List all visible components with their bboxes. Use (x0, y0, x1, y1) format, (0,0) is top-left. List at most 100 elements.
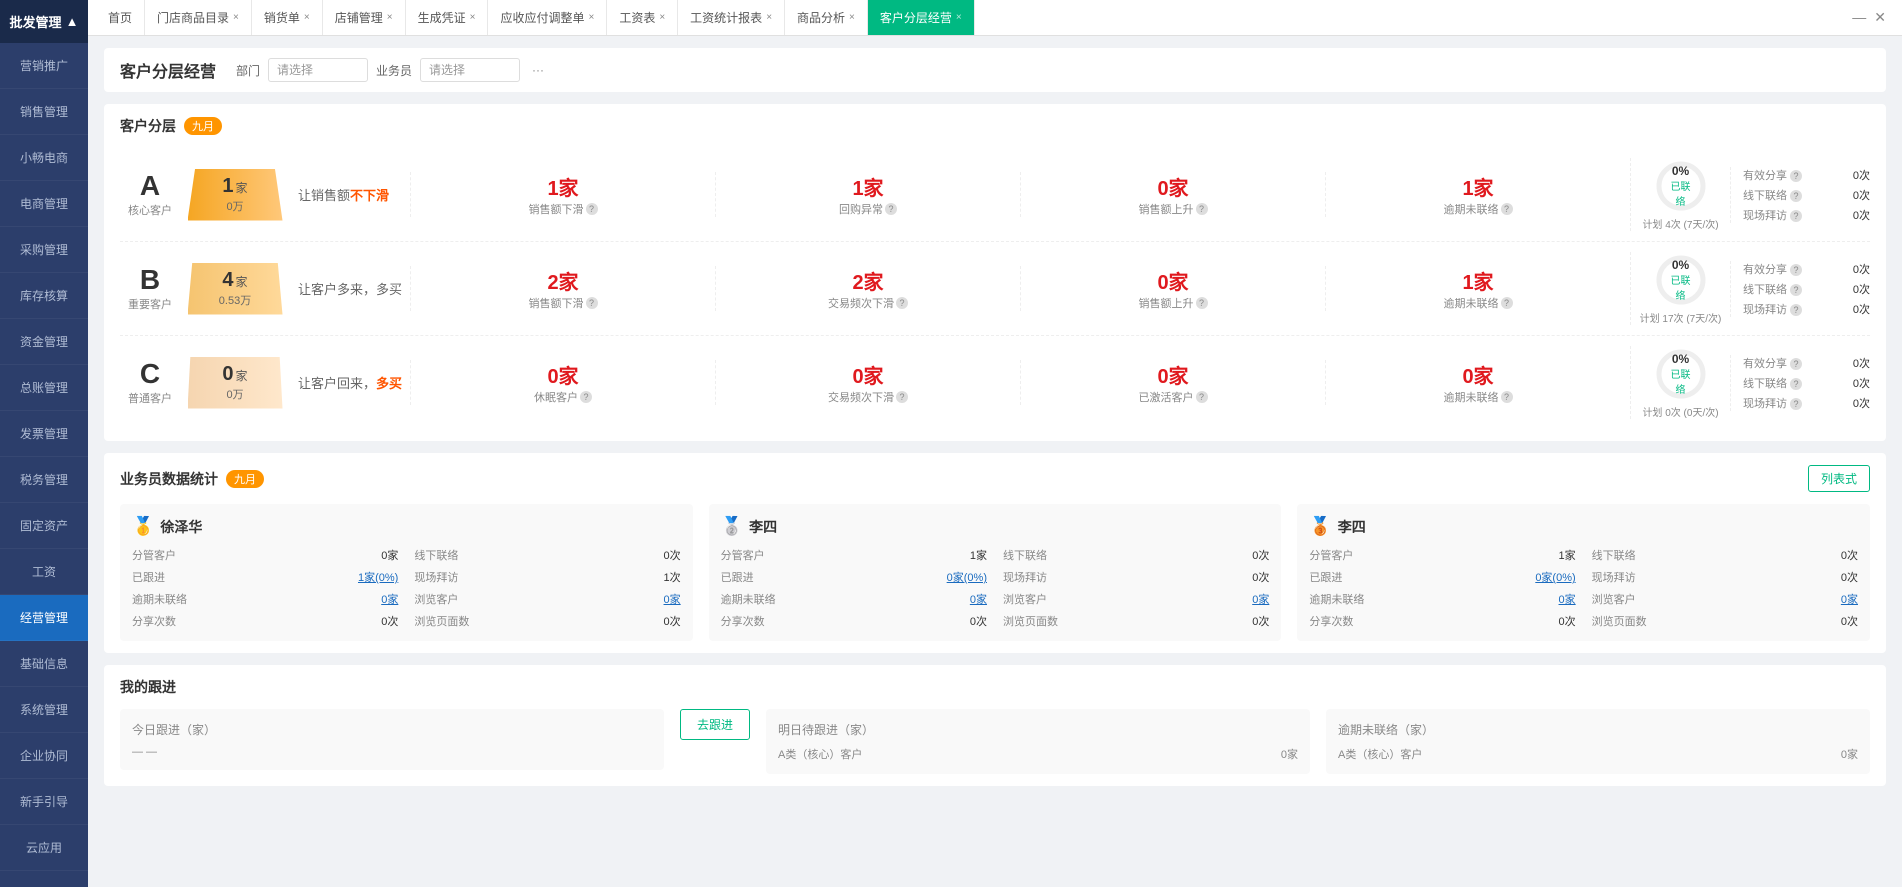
sidebar-item-企业协同[interactable]: 企业协同 (0, 733, 88, 779)
info-icon[interactable]: ? (586, 297, 598, 309)
staff-select[interactable]: 请选择 (420, 58, 520, 82)
staff-stat-value[interactable]: 0家 (1559, 591, 1576, 607)
info-icon[interactable]: ? (896, 297, 908, 309)
sidebar-item-采购管理[interactable]: 采购管理 (0, 227, 88, 273)
staff-stat-label: 线下联络 (1592, 547, 1636, 563)
tab-首页[interactable]: 首页 (96, 0, 145, 36)
sidebar-item-固定资产[interactable]: 固定资产 (0, 503, 88, 549)
staff-stat-value[interactable]: 0家(0%) (1535, 569, 1575, 585)
tab-销货单[interactable]: 销货单× (252, 0, 323, 36)
business-section-badge: 九月 (226, 470, 264, 488)
info-icon[interactable]: ? (1196, 203, 1208, 215)
info-icon-small[interactable]: ? (1790, 170, 1802, 182)
info-icon-small[interactable]: ? (1790, 190, 1802, 202)
right-stat-val: 0次 (1853, 281, 1870, 297)
sidebar-item-小畅电商[interactable]: 小畅电商 (0, 135, 88, 181)
tier-stat-2: 0家 销售额上升 ? (1020, 266, 1325, 311)
info-icon[interactable]: ? (580, 391, 592, 403)
sidebar-item-税务管理[interactable]: 税务管理 (0, 457, 88, 503)
sidebar-item-基础信息[interactable]: 基础信息 (0, 641, 88, 687)
dept-select[interactable]: 请选择 (268, 58, 368, 82)
tier-right-stats: 有效分享 ? 0次 线下联络 ? 0次 现场拜访 ? 0次 (1730, 261, 1870, 317)
tab-工资统计报表[interactable]: 工资统计报表× (678, 0, 785, 36)
staff-stat-label: 现场拜访 (414, 569, 458, 585)
staff-stat-value[interactable]: 0家 (381, 591, 398, 607)
tab-门店商品目录[interactable]: 门店商品目录× (145, 0, 252, 36)
staff-stat-value[interactable]: 0家 (1252, 591, 1269, 607)
sidebar-item-总账管理[interactable]: 总账管理 (0, 365, 88, 411)
info-icon-small[interactable]: ? (1790, 398, 1802, 410)
filter-more-icon[interactable]: ··· (528, 63, 548, 77)
staff-stat-value[interactable]: 0家(0%) (947, 569, 987, 585)
staff-stat-label: 浏览页面数 (1592, 613, 1647, 629)
info-icon[interactable]: ? (885, 203, 897, 215)
tier-circle-block: 0% 已联络 计划 4次 (7天/次) (1630, 158, 1730, 231)
info-icon[interactable]: ? (896, 391, 908, 403)
window-minimize-icon[interactable]: — (1852, 9, 1866, 26)
right-stat-row: 现场拜访 ? 0次 (1743, 301, 1870, 317)
staff-stat-label: 已跟进 (721, 569, 754, 585)
tab-客户分层经营[interactable]: 客户分层经营× (868, 0, 975, 36)
tab-close-icon[interactable]: × (956, 12, 962, 23)
tab-close-icon[interactable]: × (766, 12, 772, 23)
tab-label: 应收应付调整单 (500, 9, 584, 26)
sidebar-settings[interactable]: ⚙ (0, 871, 88, 887)
tab-店铺管理[interactable]: 店铺管理× (323, 0, 406, 36)
sidebar-item-新手引导[interactable]: 新手引导 (0, 779, 88, 825)
tier-stat-num: 1家 (852, 172, 883, 201)
list-view-button[interactable]: 列表式 (1808, 465, 1870, 492)
sidebar-header[interactable]: 批发管理 ▲ (0, 0, 88, 43)
circle-label: 已联络 (1667, 366, 1695, 396)
tier-count-block: 4 家 0.53万 (180, 263, 290, 315)
tab-应收应付调整单[interactable]: 应收应付调整单 × (488, 0, 607, 36)
sidebar-item-经营管理[interactable]: 经营管理 (0, 595, 88, 641)
sidebar-item-云应用[interactable]: 云应用 (0, 825, 88, 871)
info-icon-small[interactable]: ? (1790, 358, 1802, 370)
tab-close-icon[interactable]: × (588, 12, 594, 23)
tab-close-icon[interactable]: × (387, 12, 393, 23)
tab-生成凭证[interactable]: 生成凭证× (406, 0, 489, 36)
window-close-icon[interactable]: ✕ (1874, 9, 1886, 26)
staff-stat-row: 分享次数 0次 (1309, 613, 1575, 629)
circle-pct: 0% (1667, 352, 1695, 366)
tab-close-icon[interactable]: × (304, 12, 310, 23)
info-icon-small[interactable]: ? (1790, 378, 1802, 390)
info-icon-small[interactable]: ? (1790, 304, 1802, 316)
info-icon[interactable]: ? (1501, 203, 1513, 215)
staff-stat-value[interactable]: 0家 (970, 591, 987, 607)
info-icon[interactable]: ? (1501, 391, 1513, 403)
info-icon[interactable]: ? (586, 203, 598, 215)
tier-slogan-highlight: 不下滑 (350, 188, 389, 203)
sidebar-item-系统管理[interactable]: 系统管理 (0, 687, 88, 733)
right-stat-row: 现场拜访 ? 0次 (1743, 207, 1870, 223)
tab-close-icon[interactable]: × (233, 12, 239, 23)
tab-close-icon[interactable]: × (849, 12, 855, 23)
staff-stat-value[interactable]: 0家 (664, 591, 681, 607)
goto-followup-button[interactable]: 去跟进 (680, 709, 750, 740)
staff-stat-row: 浏览页面数 0次 (414, 613, 680, 629)
sidebar-item-电商管理[interactable]: 电商管理 (0, 181, 88, 227)
sidebar-item-营销推广[interactable]: 营销推广 (0, 43, 88, 89)
info-icon-small[interactable]: ? (1790, 210, 1802, 222)
staff-stat-value[interactable]: 0家 (1841, 591, 1858, 607)
sidebar-item-销售管理[interactable]: 销售管理 (0, 89, 88, 135)
info-icon-small[interactable]: ? (1790, 284, 1802, 296)
sidebar-item-发票管理[interactable]: 发票管理 (0, 411, 88, 457)
staff-stat-value: 0家 (381, 547, 398, 563)
tab-close-icon[interactable]: × (659, 12, 665, 23)
staff-stat-value[interactable]: 1家(0%) (358, 569, 398, 585)
info-icon-small[interactable]: ? (1790, 264, 1802, 276)
tab-close-icon[interactable]: × (470, 12, 476, 23)
staff-stat-row: 浏览客户 0家 (1592, 591, 1858, 607)
info-icon[interactable]: ? (1196, 391, 1208, 403)
overdue-a-label: A类（核心）客户 (1338, 746, 1422, 762)
tab-商品分析[interactable]: 商品分析× (785, 0, 868, 36)
info-icon[interactable]: ? (1501, 297, 1513, 309)
sidebar-item-库存核算[interactable]: 库存核算 (0, 273, 88, 319)
info-icon[interactable]: ? (1196, 297, 1208, 309)
sidebar-item-工资[interactable]: 工资 (0, 549, 88, 595)
sidebar-item-资金管理[interactable]: 资金管理 (0, 319, 88, 365)
tab-工资表[interactable]: 工资表× (607, 0, 678, 36)
tier-stat-label: 销售额下滑 ? (529, 295, 598, 311)
tier-count-unit: 家 (236, 273, 248, 290)
